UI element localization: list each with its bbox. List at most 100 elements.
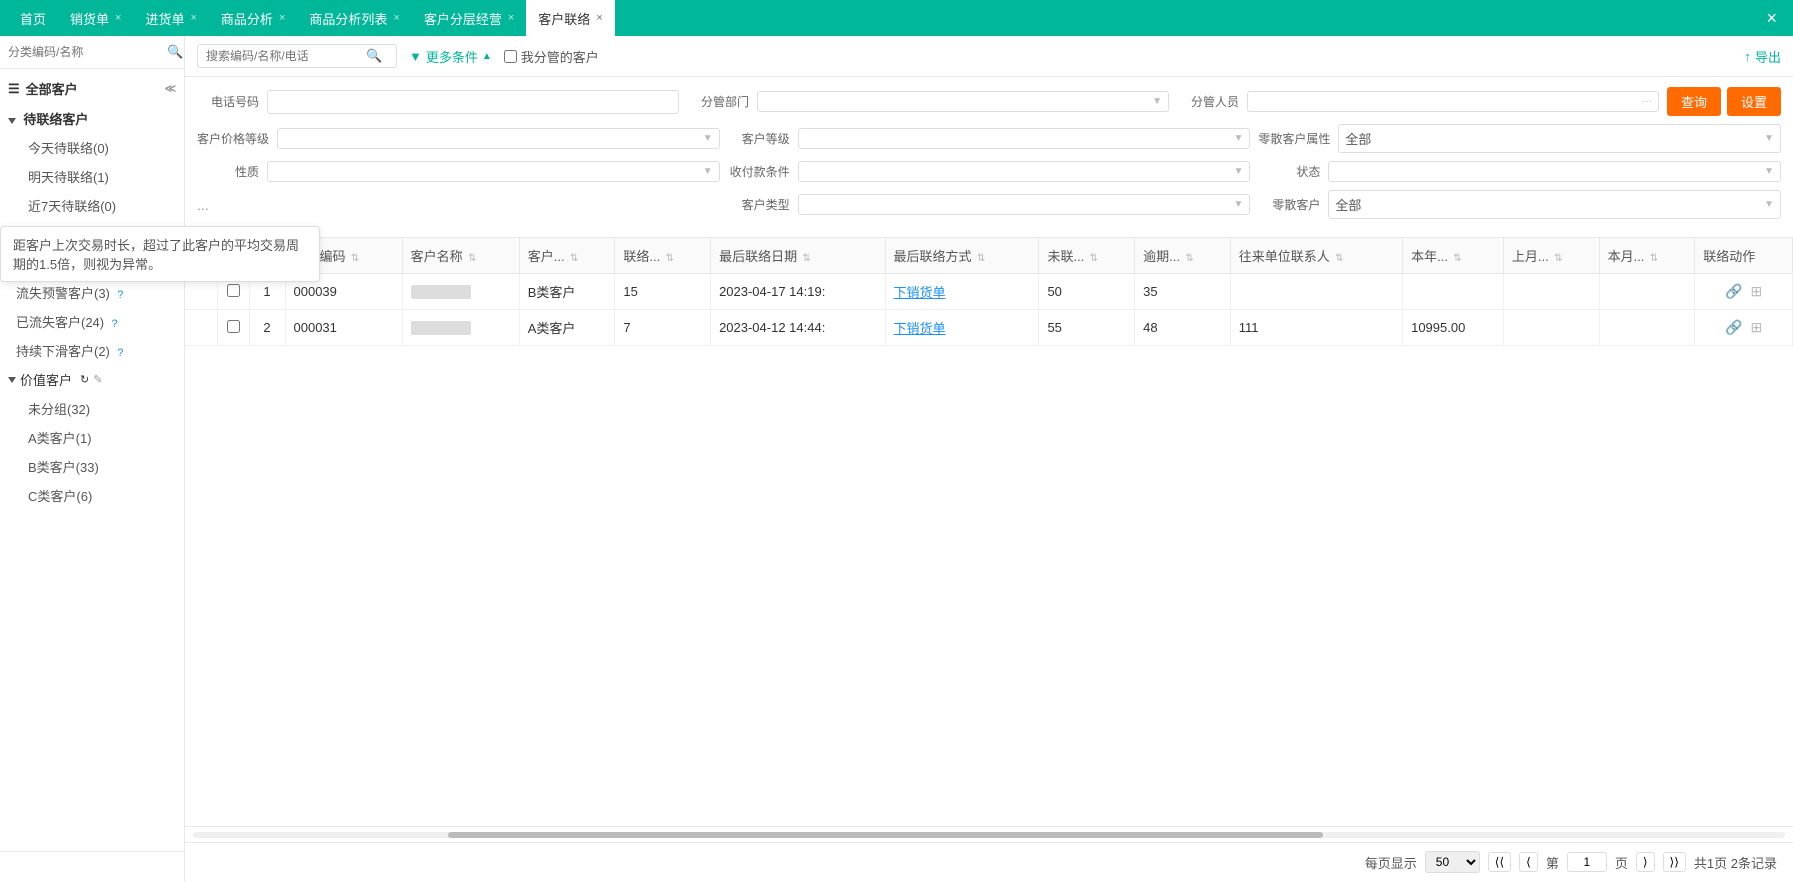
row1-select-checkbox[interactable] xyxy=(227,284,240,297)
page-input[interactable] xyxy=(1567,852,1607,872)
retail-attr-select[interactable]: 全部 ▼ xyxy=(1338,124,1781,153)
sidebar-search-input[interactable] xyxy=(8,45,163,59)
row2-settings xyxy=(185,310,217,346)
payment-select[interactable]: ▼ xyxy=(798,161,1251,182)
person-select[interactable]: ··· xyxy=(1247,91,1659,112)
more-filter-dots[interactable]: ... xyxy=(197,197,209,213)
all-customers-header[interactable]: ☰ 全部客户 ≪ xyxy=(0,73,184,104)
page-size-select[interactable]: 50 20 100 xyxy=(1425,851,1480,873)
row1-name xyxy=(402,274,519,310)
col-tmonth-sort-icon[interactable]: ⇅ xyxy=(1650,253,1658,264)
sidebar-item-today[interactable]: 今天待联络(0) xyxy=(12,133,184,162)
filter-row-1: 电话号码 分管部门 ▼ 分管人员 ··· xyxy=(197,87,1781,116)
nav-customer-contact[interactable]: 客户联络 × xyxy=(526,0,614,36)
prev-page-btn[interactable]: ⟨ xyxy=(1519,852,1538,872)
row2-no: 2 xyxy=(249,310,285,346)
row2-select-checkbox[interactable] xyxy=(227,320,240,333)
nav-sales-order[interactable]: 销货单 × xyxy=(58,0,133,36)
sidebar-item-continuous-down[interactable]: 持续下滑客户(2) ? xyxy=(8,336,184,365)
scroll-thumb[interactable] xyxy=(448,832,1324,838)
col-name-sort-icon[interactable]: ⇅ xyxy=(468,253,476,264)
row1-last-month xyxy=(1503,274,1599,310)
price-level-select[interactable]: ▼ xyxy=(277,128,720,149)
row1-grid-icon[interactable]: ⊞ xyxy=(1750,283,1762,300)
nav-home[interactable]: 首页 xyxy=(8,0,58,36)
query-button[interactable]: 查询 xyxy=(1667,87,1721,116)
col-year-sort-icon[interactable]: ⇅ xyxy=(1453,253,1461,264)
col-type-sort-icon[interactable]: ⇅ xyxy=(570,253,578,264)
triangle-down-icon xyxy=(8,118,16,124)
nav-product-analysis-list-close[interactable]: × xyxy=(393,12,399,24)
sidebar-item-already-lost[interactable]: 已流失客户(24) ? xyxy=(8,307,184,336)
nav-purchase-order[interactable]: 进货单 × xyxy=(133,0,208,36)
row1-last-date: 2023-04-17 14:19: xyxy=(711,274,885,310)
phone-input[interactable] xyxy=(267,90,679,114)
col-contact-sort-icon[interactable]: ⇅ xyxy=(666,253,674,264)
gender-select[interactable]: ▼ xyxy=(267,161,720,182)
col-last-date-header: 最后联络日期 ⇅ xyxy=(711,238,885,274)
sidebar-item-class-b[interactable]: B类客户(33) xyxy=(12,452,184,481)
col-this-month-header: 本月... ⇅ xyxy=(1599,238,1695,274)
row2-name xyxy=(402,310,519,346)
row1-method-link[interactable]: 下销货单 xyxy=(894,285,946,300)
my-customers-checkbox[interactable] xyxy=(504,50,517,63)
last-page-btn[interactable]: ⟩⟩ xyxy=(1663,852,1686,872)
retail-customer-select[interactable]: 全部 ▼ xyxy=(1328,190,1781,219)
dept-select[interactable]: ▼ xyxy=(757,91,1169,112)
nav-customer-tier[interactable]: 客户分层经营 × xyxy=(412,0,526,36)
nav-purchase-order-close[interactable]: × xyxy=(190,12,196,24)
nav-customer-tier-close[interactable]: × xyxy=(508,12,514,24)
scroll-track xyxy=(193,832,1785,838)
main-search-wrap: 🔍 xyxy=(197,44,397,68)
row1-link-icon[interactable]: 🔗 xyxy=(1725,283,1742,300)
row2-link-icon[interactable]: 🔗 xyxy=(1725,319,1742,336)
retail-cust-caret-icon: ▼ xyxy=(1764,199,1774,210)
continuous-help-icon[interactable]: ? xyxy=(117,347,123,359)
export-button[interactable]: ↑ 导出 xyxy=(1744,47,1781,66)
already-lost-help-icon[interactable]: ? xyxy=(111,318,117,330)
col-date-sort-icon[interactable]: ⇅ xyxy=(802,253,810,264)
col-overdue-sort-icon[interactable]: ⇅ xyxy=(1185,253,1193,264)
lost-help-icon[interactable]: ? xyxy=(117,289,123,301)
sidebar-item-class-c[interactable]: C类客户(6) xyxy=(12,481,184,510)
horizontal-scrollbar[interactable] xyxy=(185,826,1793,842)
sidebar-search-icon[interactable]: 🔍 xyxy=(167,44,183,60)
nav-product-analysis[interactable]: 商品分析 × xyxy=(209,0,297,36)
col-uncontacted-sort-icon[interactable]: ⇅ xyxy=(1090,253,1098,264)
customer-type-select[interactable]: ▼ xyxy=(798,194,1251,215)
sidebar-item-class-a[interactable]: A类客户(1) xyxy=(12,423,184,452)
customer-level-select[interactable]: ▼ xyxy=(798,128,1251,149)
row2-grid-icon[interactable]: ⊞ xyxy=(1750,319,1762,336)
status-select[interactable]: ▼ xyxy=(1328,161,1781,182)
sidebar-item-lost-predicted[interactable]: 流失预警客户(3) ? xyxy=(8,278,184,307)
sidebar-item-7days[interactable]: 近7天待联络(0) xyxy=(12,191,184,220)
sidebar-item-tomorrow[interactable]: 明天待联络(1) xyxy=(12,162,184,191)
nav-customer-contact-close[interactable]: × xyxy=(596,12,602,24)
set-button[interactable]: 设置 xyxy=(1727,87,1781,116)
table-footer: 每页显示 50 20 100 ⟨⟨ ⟨ 第 页 ⟩ ⟩⟩ 共1页 2条记录 xyxy=(185,842,1793,881)
col-lmonth-sort-icon[interactable]: ⇅ xyxy=(1554,253,1562,264)
main-search-input[interactable] xyxy=(206,49,366,63)
row2-method-link[interactable]: 下销货单 xyxy=(894,321,946,336)
nav-product-analysis-list[interactable]: 商品分析列表 × xyxy=(297,0,411,36)
col-person-sort-icon[interactable]: ⇅ xyxy=(1335,253,1343,264)
row2-code: 000031 xyxy=(285,310,402,346)
value-customer-header[interactable]: 价值客户 ↻ ✎ xyxy=(0,365,184,394)
col-code-sort-icon[interactable]: ⇅ xyxy=(351,253,359,264)
more-conditions-btn[interactable]: ▼ 更多条件 ▲ xyxy=(409,47,492,66)
refresh-icon[interactable]: ↻ xyxy=(80,373,89,386)
sidebar-item-unclassified[interactable]: 未分组(32) xyxy=(12,394,184,423)
main-search-icon[interactable]: 🔍 xyxy=(366,48,382,64)
first-page-btn[interactable]: ⟨⟨ xyxy=(1488,852,1511,872)
window-close-button[interactable]: × xyxy=(1758,8,1785,29)
pending-contact-label[interactable]: 待联络客户 xyxy=(0,104,184,133)
col-method-sort-icon[interactable]: ⇅ xyxy=(977,253,985,264)
nav-sales-order-close[interactable]: × xyxy=(115,12,121,24)
edit-icon[interactable]: ✎ xyxy=(93,373,102,386)
filter-cell-price-level: 客户价格等级 ▼ xyxy=(197,128,720,149)
export-icon: ↑ xyxy=(1744,49,1751,64)
row2-contact-count: 7 xyxy=(615,310,711,346)
sidebar-collapse-btn[interactable]: ≪ xyxy=(164,82,176,95)
next-page-btn[interactable]: ⟩ xyxy=(1636,852,1655,872)
nav-product-analysis-close[interactable]: × xyxy=(279,12,285,24)
